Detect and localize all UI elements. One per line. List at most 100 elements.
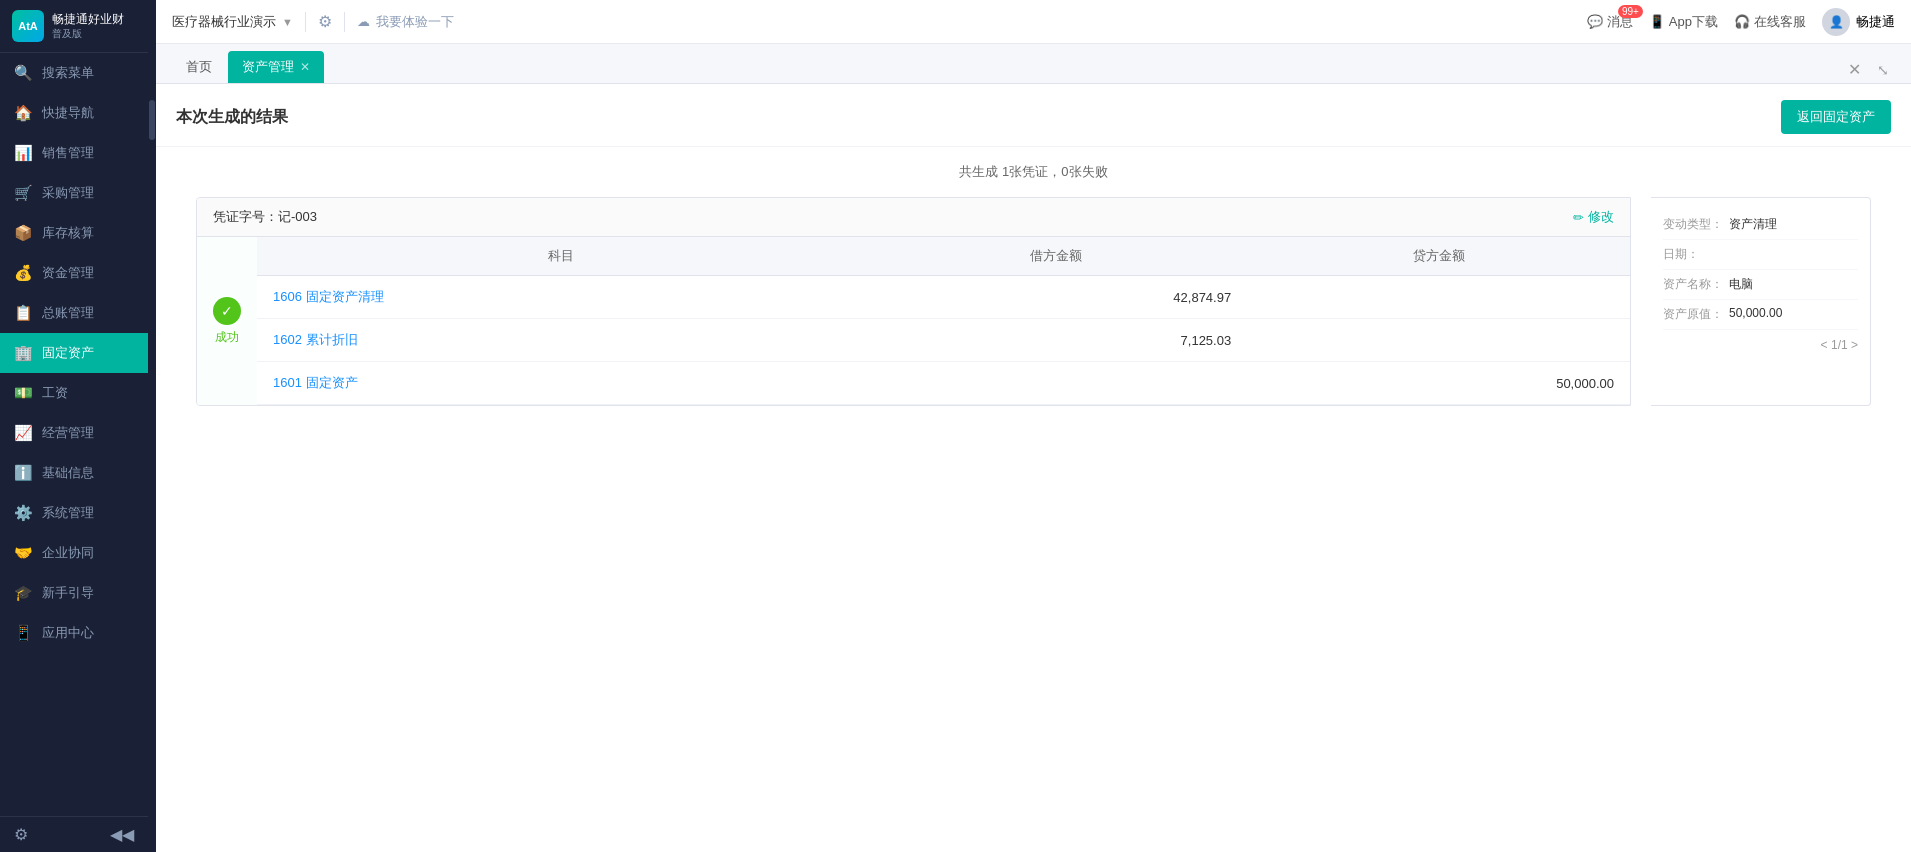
message-icon: 💬 [1587, 14, 1603, 29]
sidebar-item-payroll[interactable]: 💵 工资 [0, 373, 148, 413]
edit-icon: ✏ [1573, 210, 1584, 225]
subject-link-1[interactable]: 1606 固定资产清理 [273, 289, 384, 304]
sidebar-item-search[interactable]: 🔍 搜索菜单 [0, 53, 148, 93]
messages-button[interactable]: 💬 消息 99+ [1587, 13, 1633, 31]
avatar: 👤 [1822, 8, 1850, 36]
logo-sub: 普及版 [52, 27, 124, 41]
company-selector[interactable]: 医疗器械行业演示 ▼ [172, 13, 293, 31]
sidebar-item-app-center[interactable]: 📱 应用中心 [0, 613, 148, 653]
sidebar-item-sales[interactable]: 📊 销售管理 [0, 133, 148, 173]
voucher-table: 科目 借方金额 贷方金额 1606 固定资产清理 42,874.97 [257, 237, 1630, 405]
gear-icon[interactable]: ⚙ [318, 12, 332, 31]
sidebar-item-quick-nav[interactable]: 🏠 快捷导航 [0, 93, 148, 133]
headset-icon: 🎧 [1734, 14, 1750, 29]
voucher-edit-button[interactable]: ✏ 修改 [1573, 208, 1614, 226]
page: 本次生成的结果 返回固定资产 共生成 1张凭证，0张失败 凭证字号：记-003 … [156, 84, 1911, 852]
collapse-icon[interactable]: ◀◀ [110, 825, 134, 844]
info-row-change-type: 变动类型： 资产清理 [1663, 210, 1858, 240]
sidebar-item-system[interactable]: ⚙️ 系统管理 [0, 493, 148, 533]
tab-close-icon[interactable]: ✕ [300, 60, 310, 74]
sidebar-item-inventory[interactable]: 📦 库存核算 [0, 213, 148, 253]
status-column: ✓ 成功 [197, 237, 257, 405]
logo: AtA 畅捷通好业财 普及版 [0, 0, 148, 53]
pagination-next[interactable]: > [1851, 338, 1858, 352]
ledger-icon: 📋 [14, 304, 32, 322]
info-pagination: < 1/1 > [1663, 338, 1858, 352]
info-row-asset-name: 资产名称： 电脑 [1663, 270, 1858, 300]
dropdown-icon: ▼ [282, 16, 293, 28]
asset-name-value: 电脑 [1729, 276, 1753, 293]
enterprise-icon: 🤝 [14, 544, 32, 562]
pagination-prev[interactable]: < [1821, 338, 1828, 352]
tabbar: 首页 资产管理 ✕ ✕ ⤡ [156, 44, 1911, 84]
finance-icon: 💰 [14, 264, 32, 282]
window-expand-icon[interactable]: ⤡ [1871, 62, 1895, 78]
sidebar-item-operations[interactable]: 📈 经营管理 [0, 413, 148, 453]
info-row-original-value: 资产原值： 50,000.00 [1663, 300, 1858, 330]
guide-icon: 🎓 [14, 584, 32, 602]
back-to-fixed-assets-button[interactable]: 返回固定资产 [1781, 100, 1891, 134]
voucher-number: 凭证字号：记-003 [213, 208, 317, 226]
scrollbar-thumb [149, 100, 155, 140]
status-text: 成功 [215, 329, 239, 346]
settings-bottom-icon[interactable]: ⚙ [14, 825, 28, 844]
inventory-icon: 📦 [14, 224, 32, 242]
tab-asset-mgmt[interactable]: 资产管理 ✕ [228, 51, 324, 83]
sidebar-item-purchase[interactable]: 🛒 采购管理 [0, 173, 148, 213]
subject-link-3[interactable]: 1601 固定资产 [273, 375, 358, 390]
info-row-date: 日期： [1663, 240, 1858, 270]
sidebar-nav: 🔍 搜索菜单 🏠 快捷导航 📊 销售管理 🛒 采购管理 📦 库存核算 💰 资金管… [0, 53, 148, 816]
voucher-section: 凭证字号：记-003 ✏ 修改 ✓ 成功 [196, 197, 1631, 406]
fixed-assets-icon: 🏢 [14, 344, 32, 362]
purchase-icon: 🛒 [14, 184, 32, 202]
sidebar-item-fixed-assets[interactable]: 🏢 固定资产 [0, 333, 148, 373]
sidebar-item-basic-info[interactable]: ℹ️ 基础信息 [0, 453, 148, 493]
change-type-value: 资产清理 [1729, 216, 1777, 233]
original-value-label: 资产原值： [1663, 306, 1723, 323]
page-header: 本次生成的结果 返回固定资产 [156, 84, 1911, 147]
voucher-container: 凭证字号：记-003 ✏ 修改 ✓ 成功 [156, 197, 1911, 426]
system-icon: ⚙️ [14, 504, 32, 522]
sidebar-item-finance[interactable]: 💰 资金管理 [0, 253, 148, 293]
topbar-right: 💬 消息 99+ 📱 App下载 🎧 在线客服 👤 畅捷通 [1587, 8, 1895, 36]
info-panel: 变动类型： 资产清理 日期： 资产名称： 电脑 资产原值： 50,000.00 … [1651, 197, 1871, 406]
success-icon: ✓ [213, 297, 241, 325]
credit-2 [1247, 319, 1630, 362]
home-icon: 🏠 [14, 104, 32, 122]
experience-button[interactable]: ☁ 我要体验一下 [357, 13, 454, 31]
sidebar-item-guide[interactable]: 🎓 新手引导 [0, 573, 148, 613]
window-close-icon[interactable]: ✕ [1842, 60, 1867, 79]
voucher-table-area: ✓ 成功 科目 借方金额 贷方金额 [197, 237, 1630, 405]
debit-3 [864, 362, 1247, 405]
asset-name-label: 资产名称： [1663, 276, 1723, 293]
topbar-divider2 [344, 12, 345, 32]
sidebar-bottom: ⚙ ◀◀ [0, 816, 148, 852]
sidebar-item-enterprise[interactable]: 🤝 企业协同 [0, 533, 148, 573]
subject-link-2[interactable]: 1602 累计折旧 [273, 332, 358, 347]
operations-icon: 📈 [14, 424, 32, 442]
page-title: 本次生成的结果 [176, 107, 288, 128]
table-row: 1601 固定资产 50,000.00 [257, 362, 1630, 405]
sidebar-item-ledger[interactable]: 📋 总账管理 [0, 293, 148, 333]
col-debit: 借方金额 [864, 237, 1247, 276]
credit-1 [1247, 276, 1630, 319]
voucher-table-wrap: 科目 借方金额 贷方金额 1606 固定资产清理 42,874.97 [257, 237, 1630, 405]
debit-1: 42,874.97 [864, 276, 1247, 319]
sidebar: AtA 畅捷通好业财 普及版 🔍 搜索菜单 🏠 快捷导航 📊 销售管理 🛒 采购… [0, 0, 148, 852]
online-service-button[interactable]: 🎧 在线客服 [1734, 13, 1806, 31]
credit-3: 50,000.00 [1247, 362, 1630, 405]
main-content: 医疗器械行业演示 ▼ ⚙ ☁ 我要体验一下 💬 消息 99+ 📱 App下载 🎧… [156, 0, 1911, 852]
app-download-button[interactable]: 📱 App下载 [1649, 13, 1718, 31]
status-cell: ✓ 成功 [213, 297, 241, 346]
messages-badge: 99+ [1618, 5, 1643, 18]
mobile-icon: 📱 [1649, 14, 1665, 29]
original-value-value: 50,000.00 [1729, 306, 1782, 320]
change-type-label: 变动类型： [1663, 216, 1723, 233]
logo-text: 畅捷通好业财 [52, 11, 124, 28]
username: 畅捷通 [1856, 13, 1895, 31]
tab-home[interactable]: 首页 [172, 51, 226, 83]
table-row: 1602 累计折旧 7,125.03 [257, 319, 1630, 362]
user-menu[interactable]: 👤 畅捷通 [1822, 8, 1895, 36]
sidebar-scrollbar[interactable] [148, 0, 156, 852]
voucher-header: 凭证字号：记-003 ✏ 修改 [197, 198, 1630, 237]
